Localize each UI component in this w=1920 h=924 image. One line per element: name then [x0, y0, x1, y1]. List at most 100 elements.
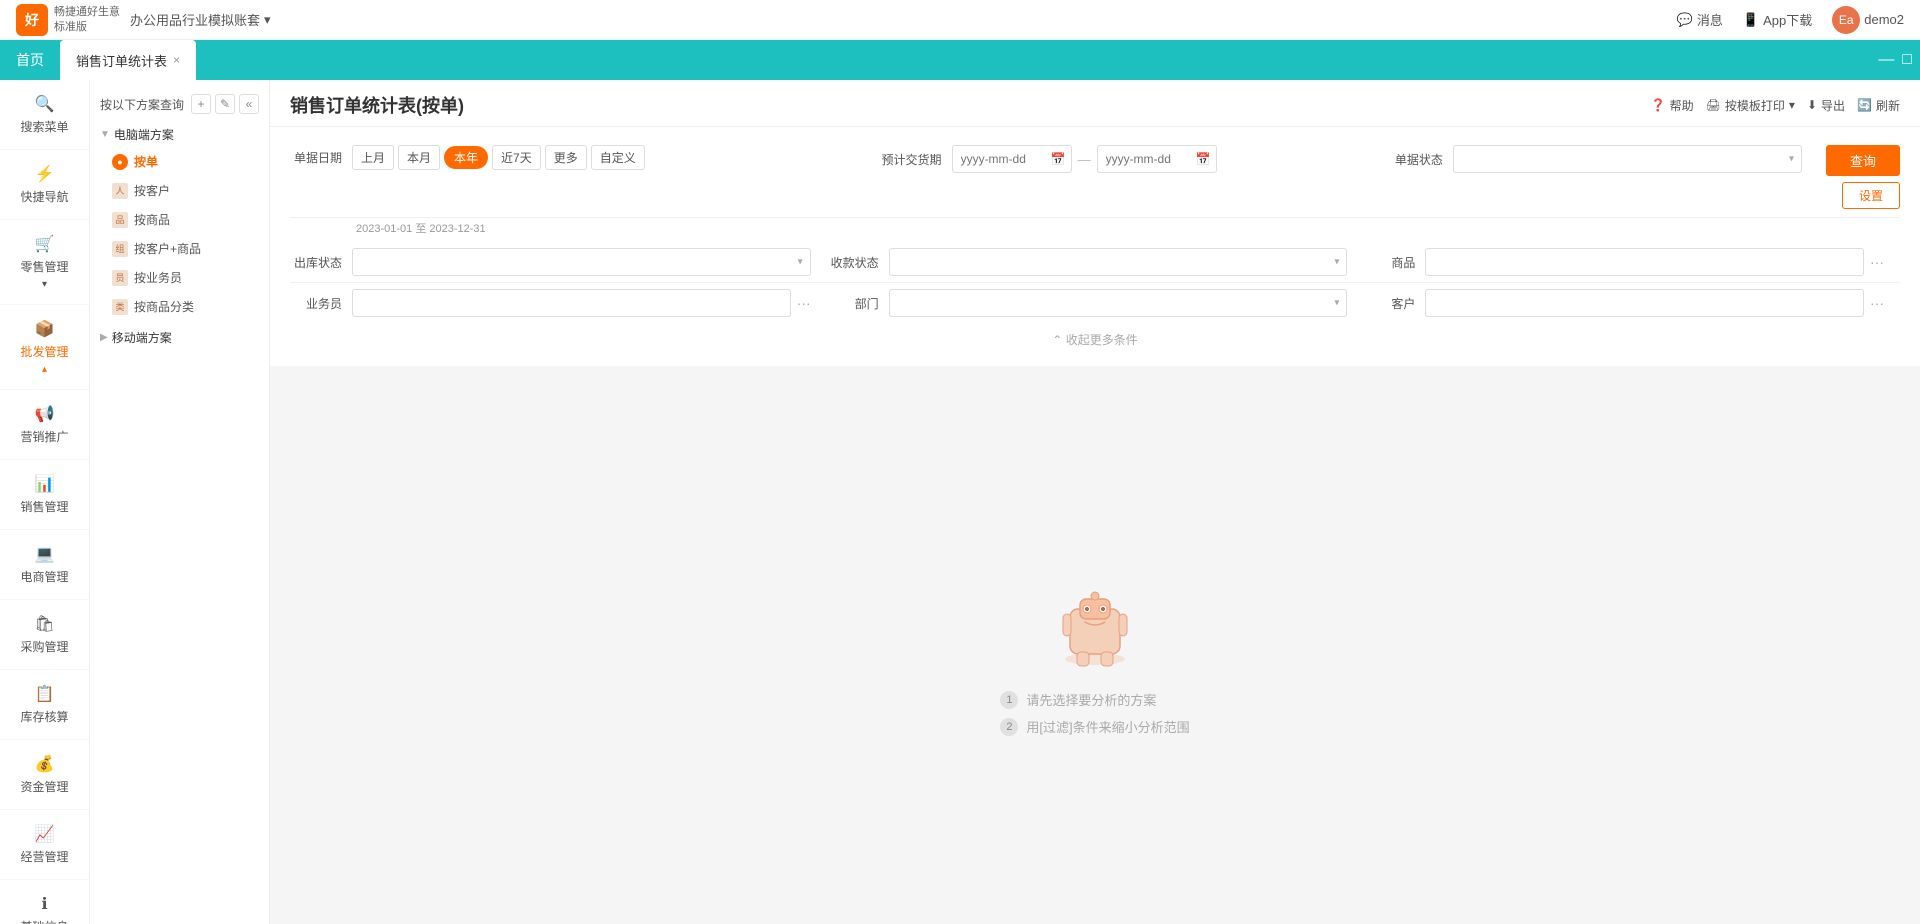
empty-illustration [1035, 554, 1155, 674]
department-label: 部门 [827, 295, 883, 312]
bill-status-filter: 单据状态 ▾ [1391, 145, 1818, 173]
date-btn-7days[interactable]: 近7天 [492, 145, 541, 170]
expand-mobile-icon: ▶ [100, 332, 108, 343]
date-btn-last-month[interactable]: 上月 [352, 145, 394, 170]
sales-icon: 📊 [35, 474, 55, 494]
sidebar-item-finance[interactable]: 💰 资金管理 [0, 740, 89, 810]
bill-status-select-wrap: ▾ [1453, 145, 1802, 173]
settings-button[interactable]: 设置 [1842, 182, 1900, 209]
sidebar-item-search[interactable]: 🔍 搜索菜单 [0, 80, 89, 150]
scheme-item-by-customer-product[interactable]: 组 按客户+商品 [90, 234, 269, 263]
date-btn-custom[interactable]: 自定义 [591, 145, 645, 170]
top-bar-right: 💬 消息 📱 App下载 Ea demo2 [1677, 6, 1904, 34]
refresh-icon: 🔄 [1857, 98, 1872, 112]
bill-status-select[interactable] [1453, 145, 1802, 173]
empty-state: 1 请先选择要分析的方案 2 用[过滤]条件来缩小分析范围 [270, 366, 1920, 924]
sidebar-item-retail[interactable]: 🛒 零售管理 ▾ [0, 220, 89, 305]
sidebar-item-ecommerce[interactable]: 💻 电商管理 [0, 530, 89, 600]
message-button[interactable]: 💬 消息 [1677, 10, 1723, 29]
sidebar-item-inventory[interactable]: 📋 库存核算 [0, 670, 89, 740]
app-download-button[interactable]: 📱 App下载 [1743, 10, 1812, 29]
app-selector[interactable]: 办公用品行业模拟账套 ▾ [130, 10, 271, 29]
scheme-item-by-category[interactable]: 类 按商品分类 [90, 292, 269, 321]
scheme-section-mobile: ▶ 移动端方案 [90, 325, 269, 350]
salesman-filter: 业务员 ··· [290, 289, 827, 317]
empty-steps: 1 请先选择要分析的方案 2 用[过滤]条件来缩小分析范围 [1000, 690, 1189, 736]
print-icon: 🖨 [1706, 98, 1721, 112]
scheme-item-by-customer[interactable]: 人 按客户 [90, 176, 269, 205]
sidebar-item-purchase[interactable]: 🛍 采购管理 [0, 600, 89, 670]
salesman-dots-icon[interactable]: ··· [797, 295, 811, 311]
department-select[interactable] [889, 289, 1348, 317]
product-dots-icon[interactable]: ··· [1870, 254, 1884, 270]
ecommerce-icon: 💻 [35, 544, 55, 564]
sidebar-item-quick-nav[interactable]: ⚡ 快捷导航 [0, 150, 89, 220]
expected-date-filter: 预计交货期 📅 — 📅 [882, 145, 1391, 173]
scheme-item-by-order[interactable]: ● 按单 [90, 147, 269, 176]
scheme-section-pc: ▼ 电脑端方案 ● 按单 人 按客户 品 按商品 组 按客户+商品 [90, 122, 269, 321]
date-btn-this-year[interactable]: 本年 [444, 146, 488, 169]
retail-icon: 🛒 [35, 234, 55, 254]
scheme-item-by-product[interactable]: 品 按商品 [90, 205, 269, 234]
tab-bar: 首页 销售订单统计表 × — □ [0, 40, 1920, 80]
tab-maximize-icon[interactable]: □ [1902, 51, 1912, 69]
scheme-add-button[interactable]: + [191, 94, 211, 114]
tab-sales-stats[interactable]: 销售订单统计表 × [60, 40, 196, 80]
logo-text: 畅捷通好生意 标准版 [54, 5, 120, 34]
action-buttons: 查询 设置 [1818, 145, 1900, 209]
expected-date-label: 预计交货期 [882, 151, 946, 168]
out-status-select-wrap: ▾ [352, 248, 811, 276]
filter-row-3: 业务员 ··· 部门 ▾ 客户 [290, 283, 1900, 323]
out-status-label: 出库状态 [290, 254, 346, 271]
help-icon: ❓ [1651, 98, 1666, 112]
pay-status-select[interactable] [889, 248, 1348, 276]
customer-input[interactable] [1425, 289, 1864, 317]
scheme-panel-actions: + ✎ « [191, 94, 259, 114]
help-button[interactable]: ❓ 帮助 [1651, 97, 1694, 114]
tab-minimize-icon[interactable]: — [1878, 51, 1894, 69]
scheme-section-pc-header[interactable]: ▼ 电脑端方案 [90, 122, 269, 147]
refresh-button[interactable]: 🔄 刷新 [1857, 97, 1900, 114]
scheme-item-by-salesman[interactable]: 员 按业务员 [90, 263, 269, 292]
calendar-end-icon: 📅 [1196, 152, 1211, 166]
inventory-icon: 📋 [35, 684, 55, 704]
salesman-input[interactable] [352, 289, 791, 317]
chevron-up-icon: ▴ [42, 364, 47, 375]
by-order-icon: ● [112, 154, 128, 170]
sidebar-item-sales[interactable]: 📊 销售管理 [0, 460, 89, 530]
scheme-collapse-button[interactable]: « [239, 94, 259, 114]
marketing-icon: 📢 [35, 404, 55, 424]
customer-dots-icon[interactable]: ··· [1870, 295, 1884, 311]
scheme-edit-button[interactable]: ✎ [215, 94, 235, 114]
main-layout: 🔍 搜索菜单 ⚡ 快捷导航 🛒 零售管理 ▾ 📦 批发管理 ▴ 📢 营销推广 📊… [0, 80, 1920, 924]
date-buttons-group: 上月 本月 本年 近7天 更多 自定义 [352, 145, 645, 170]
customer-label: 客户 [1363, 295, 1419, 312]
tab-close-icon[interactable]: × [173, 53, 180, 67]
template-print-button[interactable]: 🖨 按模板打印 ▾ [1706, 97, 1795, 114]
sidebar-item-marketing[interactable]: 📢 营销推广 [0, 390, 89, 460]
filter-section: 单据日期 上月 本月 本年 近7天 更多 自定义 预计交货期 [270, 127, 1920, 366]
sidebar-item-basic[interactable]: ℹ 基础信息 [0, 880, 89, 924]
sidebar: 🔍 搜索菜单 ⚡ 快捷导航 🛒 零售管理 ▾ 📦 批发管理 ▴ 📢 营销推广 📊… [0, 80, 90, 924]
product-label: 商品 [1363, 254, 1419, 271]
export-button[interactable]: ⬇ 导出 [1807, 97, 1845, 114]
by-customer-icon: 人 [112, 183, 128, 199]
scheme-section-mobile-header[interactable]: ▶ 移动端方案 [90, 325, 269, 350]
user-profile[interactable]: Ea demo2 [1832, 6, 1904, 34]
tab-home[interactable]: 首页 [0, 40, 60, 80]
scheme-section-mobile-title: 移动端方案 [112, 329, 172, 346]
page-actions: ❓ 帮助 🖨 按模板打印 ▾ ⬇ 导出 🔄 刷新 [1651, 97, 1900, 114]
product-input[interactable] [1425, 248, 1864, 276]
out-status-select[interactable] [352, 248, 811, 276]
download-icon: 📱 [1743, 12, 1759, 28]
collapse-bar[interactable]: ⌃ 收起更多条件 [290, 323, 1900, 356]
empty-robot-svg [1035, 554, 1155, 674]
sidebar-item-wholesale[interactable]: 📦 批发管理 ▴ [0, 305, 89, 390]
filter-row-2: 出库状态 ▾ 收款状态 [290, 242, 1900, 283]
query-button[interactable]: 查询 [1826, 145, 1900, 176]
chevron-up-collapse-icon: ⌃ [1052, 333, 1065, 347]
scheme-panel-header: 按以下方案查询 + ✎ « [90, 90, 269, 122]
date-btn-more[interactable]: 更多 [545, 145, 587, 170]
sidebar-item-operations[interactable]: 📈 经营管理 [0, 810, 89, 880]
date-btn-this-month[interactable]: 本月 [398, 145, 440, 170]
